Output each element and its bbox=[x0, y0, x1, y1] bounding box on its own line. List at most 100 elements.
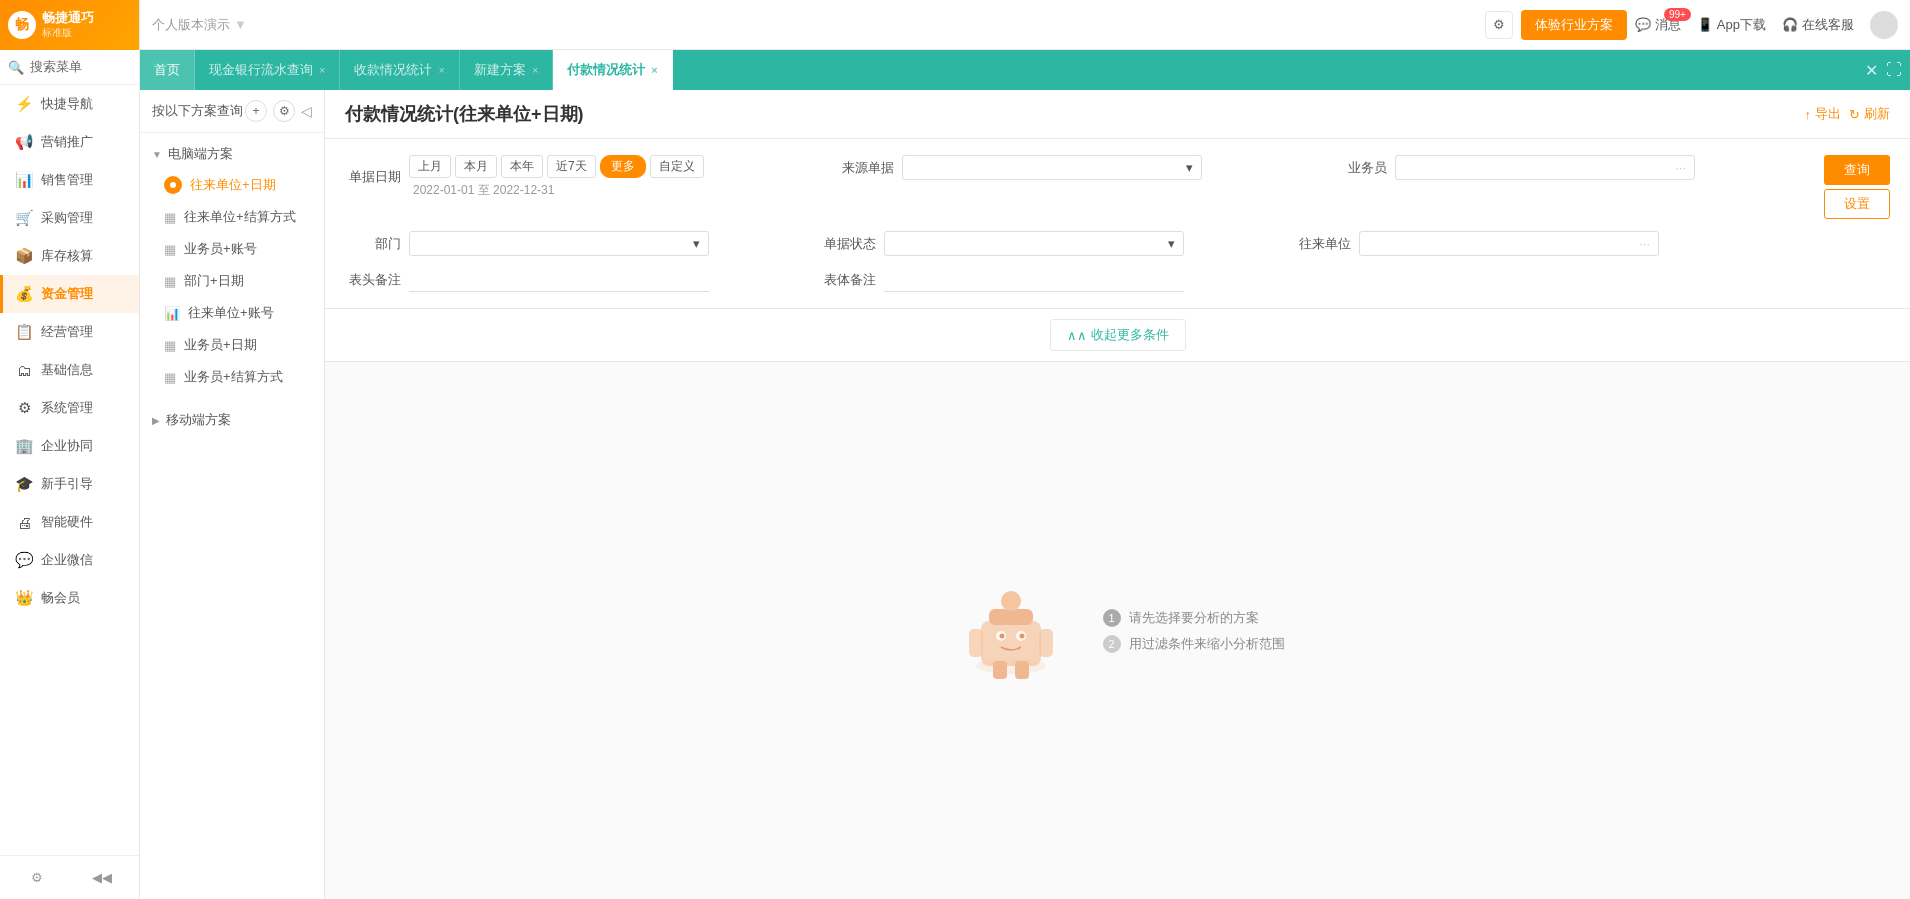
sidebar-item-hardware[interactable]: 🖨 智能硬件 bbox=[0, 503, 139, 541]
sidebar-item-inventory[interactable]: 📦 库存核算 bbox=[0, 237, 139, 275]
topbar-settings-btn[interactable]: ⚙ bbox=[1485, 11, 1513, 39]
staff-label: 业务员 bbox=[1331, 159, 1387, 177]
sidebar-item-wechat[interactable]: 💬 企业微信 bbox=[0, 541, 139, 579]
robot-svg bbox=[951, 581, 1071, 681]
sidebar-item-label: 经营管理 bbox=[41, 323, 93, 341]
breadcrumb-arrow: ▼ bbox=[234, 17, 247, 32]
sidebar-item-basic[interactable]: 🗂 基础信息 bbox=[0, 351, 139, 389]
desktop-arrow-icon: ▼ bbox=[152, 149, 162, 160]
scheme-desktop-header[interactable]: ▼ 电脑端方案 bbox=[140, 139, 324, 169]
sidebar-item-finance[interactable]: 💰 资金管理 bbox=[0, 275, 139, 313]
operation-icon: 📋 bbox=[15, 323, 33, 341]
app-download-btn[interactable]: 📱 App下载 bbox=[1697, 16, 1766, 34]
user-avatar[interactable] bbox=[1870, 11, 1898, 39]
inventory-icon: 📦 bbox=[15, 247, 33, 265]
scheme-item-unit-settle[interactable]: ▦ 往来单位+结算方式 bbox=[140, 201, 324, 233]
date-btn-this-year[interactable]: 本年 bbox=[501, 155, 543, 178]
dept-label: 部门 bbox=[345, 235, 401, 253]
app-label: App下载 bbox=[1717, 16, 1766, 34]
scheme-panel: 按以下方案查询 + ⚙ ◁ ▼ 电脑端方案 往来单位+日期 ▦ bbox=[140, 90, 325, 899]
scheme-mobile-header[interactable]: ▶ 移动端方案 bbox=[140, 405, 324, 435]
tab-bank-flow[interactable]: 现金银行流水查询 × bbox=[195, 50, 340, 90]
receipt-status-chevron-icon: ▾ bbox=[1168, 236, 1175, 251]
tip-num-2: 2 bbox=[1103, 635, 1121, 653]
query-button[interactable]: 查询 bbox=[1824, 155, 1890, 185]
body-note-input[interactable] bbox=[884, 268, 1184, 292]
trial-button[interactable]: 体验行业方案 bbox=[1521, 10, 1627, 40]
scheme-item-label: 业务员+结算方式 bbox=[184, 368, 283, 386]
message-btn[interactable]: 💬 消息 99+ bbox=[1635, 16, 1681, 34]
sidebar-footer-collapse[interactable]: ◀◀ bbox=[74, 864, 132, 891]
tab-receipt-stats[interactable]: 收款情况统计 × bbox=[340, 50, 459, 90]
sidebar-version: 标准版 bbox=[42, 26, 94, 40]
sidebar-item-operation[interactable]: 📋 经营管理 bbox=[0, 313, 139, 351]
scheme-item-unit-account[interactable]: 📊 往来单位+账号 bbox=[140, 297, 324, 329]
tab-expand-icon[interactable]: ⛶ bbox=[1886, 61, 1902, 79]
sidebar-footer-settings[interactable]: ⚙ bbox=[8, 864, 66, 891]
unit-select[interactable]: ··· bbox=[1359, 231, 1659, 256]
scheme-desktop-section: ▼ 电脑端方案 往来单位+日期 ▦ 往来单位+结算方式 ▦ 业务员+账号 ▦ bbox=[140, 133, 324, 399]
scheme-item-label: 业务员+账号 bbox=[184, 240, 257, 258]
tab-receipt-stats-close[interactable]: × bbox=[438, 64, 444, 76]
dept-select[interactable]: ▾ bbox=[409, 231, 709, 256]
date-btn-recent7[interactable]: 近7天 bbox=[547, 155, 596, 178]
scheme-collapse-btn[interactable]: ◁ bbox=[301, 103, 312, 119]
tab-payment-stats[interactable]: 付款情况统计 × bbox=[553, 50, 672, 90]
setting-button[interactable]: 设置 bbox=[1824, 189, 1890, 219]
tip-num-1: 1 bbox=[1103, 609, 1121, 627]
scheme-item-staff-settle[interactable]: ▦ 业务员+结算方式 bbox=[140, 361, 324, 393]
collapse-btn[interactable]: ∧∧ 收起更多条件 bbox=[1050, 319, 1186, 351]
date-btn-last-month[interactable]: 上月 bbox=[409, 155, 451, 178]
sidebar-item-system[interactable]: ⚙ 系统管理 bbox=[0, 389, 139, 427]
scheme-item-unit-date[interactable]: 往来单位+日期 bbox=[140, 169, 324, 201]
quick-nav-icon: ⚡ bbox=[15, 95, 33, 113]
sidebar-item-marketing[interactable]: 📢 营销推广 bbox=[0, 123, 139, 161]
source-select[interactable]: ▾ bbox=[902, 155, 1202, 180]
purchase-icon: 🛒 bbox=[15, 209, 33, 227]
sidebar-item-guide[interactable]: 🎓 新手引导 bbox=[0, 465, 139, 503]
sidebar-item-vip[interactable]: 👑 畅会员 bbox=[0, 579, 139, 617]
date-btn-custom[interactable]: 自定义 bbox=[650, 155, 704, 178]
body-note-label: 表体备注 bbox=[820, 271, 876, 289]
header-note-input[interactable] bbox=[409, 268, 709, 292]
sidebar-header: 畅 畅捷通巧 标准版 bbox=[0, 0, 139, 50]
date-btn-this-month[interactable]: 本月 bbox=[455, 155, 497, 178]
table-icon: ▦ bbox=[164, 338, 176, 353]
message-icon: 💬 bbox=[1635, 17, 1651, 32]
svg-rect-1 bbox=[981, 621, 1041, 666]
scheme-settings-btn[interactable]: ⚙ bbox=[273, 100, 295, 122]
export-btn[interactable]: ↑ 导出 bbox=[1805, 105, 1842, 123]
mobile-arrow-icon: ▶ bbox=[152, 415, 160, 426]
sidebar-item-purchase[interactable]: 🛒 采购管理 bbox=[0, 199, 139, 237]
sidebar-item-quick-nav[interactable]: ⚡ 快捷导航 bbox=[0, 85, 139, 123]
scheme-item-staff-date[interactable]: ▦ 业务员+日期 bbox=[140, 329, 324, 361]
sidebar-search[interactable]: 🔍 搜索菜单 bbox=[0, 50, 139, 85]
refresh-btn[interactable]: ↻ 刷新 bbox=[1849, 105, 1890, 123]
basic-icon: 🗂 bbox=[15, 361, 33, 379]
service-btn[interactable]: 🎧 在线客服 bbox=[1782, 16, 1854, 34]
svg-point-3 bbox=[1001, 591, 1021, 611]
scheme-add-btn[interactable]: + bbox=[245, 100, 267, 122]
tab-bank-flow-close[interactable]: × bbox=[319, 64, 325, 76]
scheme-item-staff-account[interactable]: ▦ 业务员+账号 bbox=[140, 233, 324, 265]
tab-new-scheme-close[interactable]: × bbox=[532, 64, 538, 76]
tip-text-2: 用过滤条件来缩小分析范围 bbox=[1129, 635, 1285, 653]
content-area: 按以下方案查询 + ⚙ ◁ ▼ 电脑端方案 往来单位+日期 ▦ bbox=[140, 90, 1910, 899]
unit-label: 往来单位 bbox=[1295, 235, 1351, 253]
tab-new-scheme[interactable]: 新建方案 × bbox=[460, 50, 553, 90]
enterprise-icon: 🏢 bbox=[15, 437, 33, 455]
date-btn-more[interactable]: 更多 bbox=[600, 155, 646, 178]
sidebar-item-sales[interactable]: 📊 销售管理 bbox=[0, 161, 139, 199]
source-label: 来源单据 bbox=[838, 159, 894, 177]
sidebar-item-enterprise[interactable]: 🏢 企业协同 bbox=[0, 427, 139, 465]
staff-select[interactable]: ··· bbox=[1395, 155, 1695, 180]
scheme-item-dept-date[interactable]: ▦ 部门+日期 bbox=[140, 265, 324, 297]
receipt-status-select[interactable]: ▾ bbox=[884, 231, 1184, 256]
main-area: 个人版本演示 ▼ ⚙ 体验行业方案 💬 消息 99+ 📱 App下载 🎧 在线客… bbox=[140, 0, 1910, 899]
tab-home[interactable]: 首页 bbox=[140, 50, 195, 90]
sidebar-item-label: 畅会员 bbox=[41, 589, 80, 607]
tab-close-all-icon[interactable]: ✕ bbox=[1865, 61, 1878, 80]
receipt-status-label: 单据状态 bbox=[820, 235, 876, 253]
refresh-icon: ↻ bbox=[1849, 107, 1860, 122]
tab-payment-stats-close[interactable]: × bbox=[651, 64, 657, 76]
